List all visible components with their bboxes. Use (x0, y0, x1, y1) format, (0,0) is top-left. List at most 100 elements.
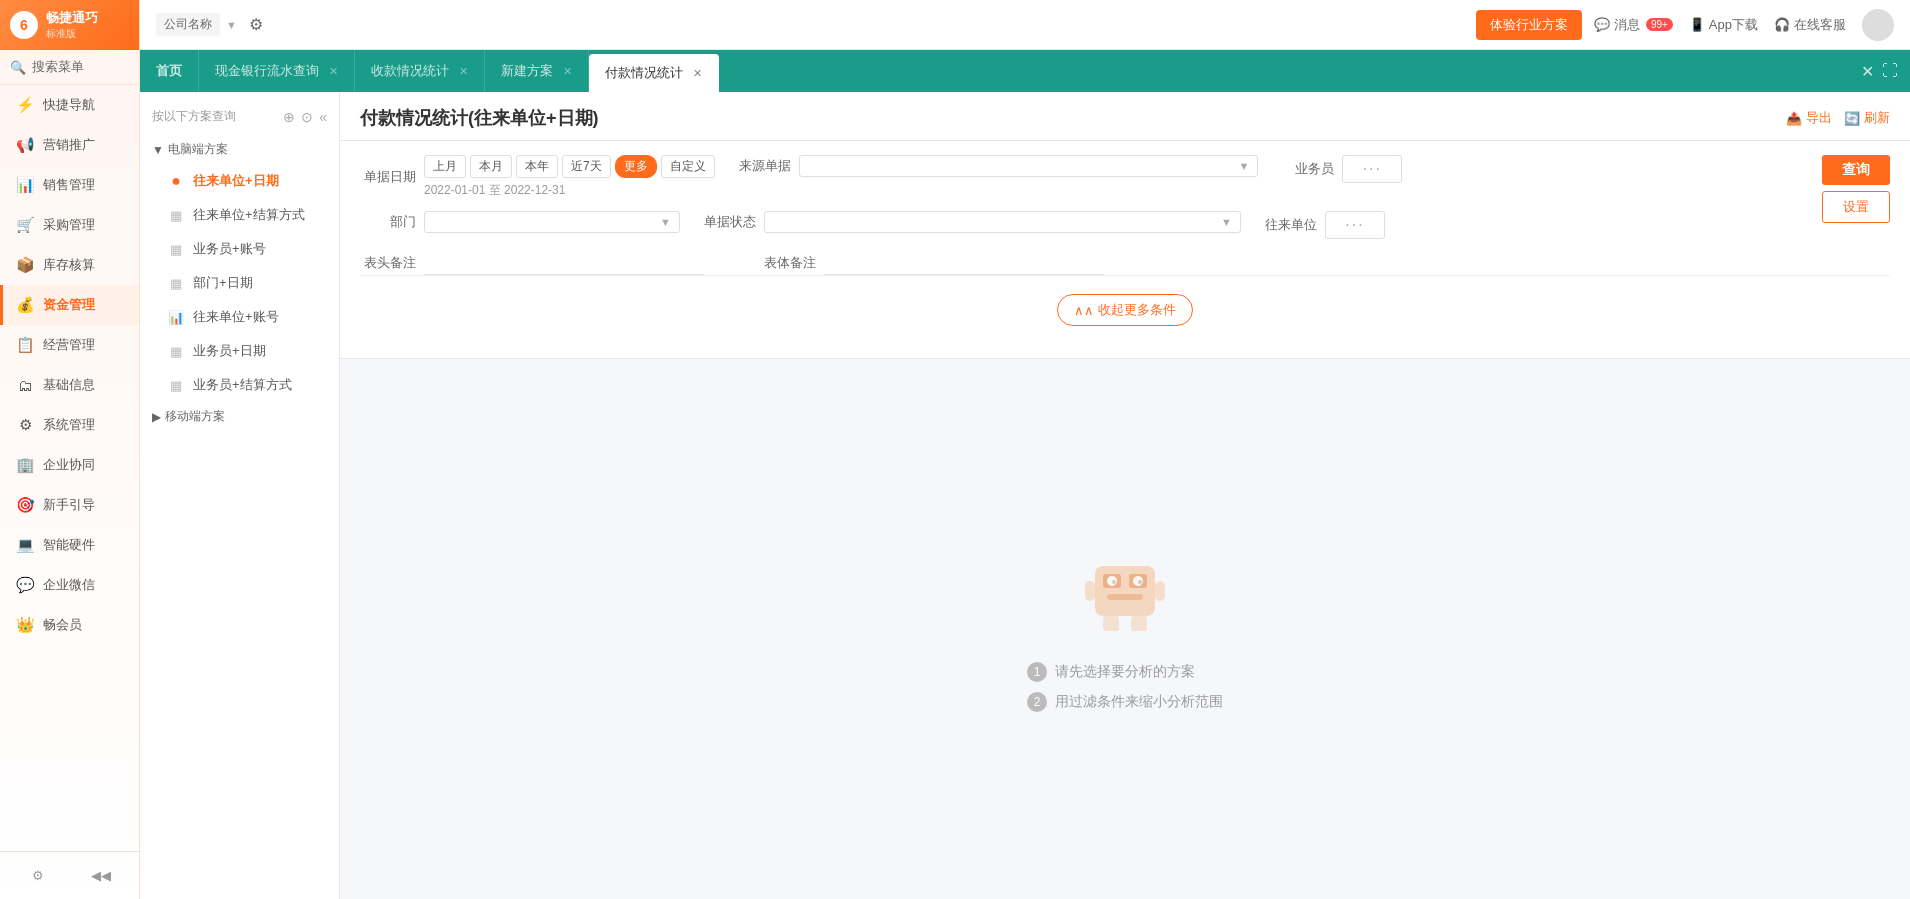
sidebar-item-sys-mgmt[interactable]: ⚙系统管理 (0, 405, 139, 445)
filter-settings-button[interactable]: 设置 (1822, 191, 1890, 223)
export-icon: 📤 (1786, 111, 1802, 126)
date-filter: 单据日期 上月本月本年近7天更多自定义 2022-01-01 至 2022-12… (360, 155, 715, 199)
sidebar-icon-sys-mgmt: ⚙ (15, 415, 35, 435)
tab-label-receipt-stat: 收款情况统计 (371, 62, 449, 80)
plan-icon-grid: ▦ (167, 206, 185, 224)
plan-label: 业务员+结算方式 (193, 376, 292, 394)
tab-bank-flow[interactable]: 现金银行流水查询✕ (199, 50, 355, 92)
plan-icon-grid: ▦ (167, 274, 185, 292)
plan-label: 业务员+日期 (193, 342, 266, 360)
plan-item-部门+日期[interactable]: ▦部门+日期 (140, 266, 339, 300)
sidebar-label-marketing: 营销推广 (43, 136, 95, 154)
query-button[interactable]: 查询 (1822, 155, 1890, 185)
sidebar-item-weixin[interactable]: 💬企业微信 (0, 565, 139, 605)
header-note-input[interactable] (424, 251, 704, 275)
close-tab-payment-stat[interactable]: ✕ (693, 67, 702, 80)
salesperson-select[interactable]: ··· (1342, 155, 1402, 183)
sidebar-item-inventory[interactable]: 📦库存核算 (0, 245, 139, 285)
collapse-left-panel-icon[interactable]: « (319, 109, 327, 125)
sidebar-item-member[interactable]: 👑畅会员 (0, 605, 139, 645)
close-tab-new-plan[interactable]: ✕ (563, 65, 572, 78)
refresh-button[interactable]: 🔄 刷新 (1844, 109, 1890, 127)
sidebar-item-new-guide[interactable]: 🎯新手引导 (0, 485, 139, 525)
body-note-filter: 表体备注 (760, 251, 1802, 275)
topbar-settings-icon[interactable]: ⚙ (249, 15, 263, 34)
online-service-button[interactable]: 🎧 在线客服 (1774, 16, 1846, 34)
trial-plan-button[interactable]: 体验行业方案 (1476, 10, 1582, 40)
expand-tab-icon[interactable]: ⛶ (1882, 62, 1898, 80)
date-btn-本年[interactable]: 本年 (516, 155, 558, 178)
app-download-button[interactable]: 📱 App下载 (1689, 16, 1758, 34)
sidebar-item-marketing[interactable]: 📢营销推广 (0, 125, 139, 165)
source-doc-select[interactable]: ▼ (799, 155, 1259, 177)
sidebar-item-smart-hw[interactable]: 💻智能硬件 (0, 525, 139, 565)
collapse-filter-button[interactable]: ∧∧ 收起更多条件 (1057, 294, 1193, 326)
plan-item-往来单位+结算方式[interactable]: ▦往来单位+结算方式 (140, 198, 339, 232)
messages-button[interactable]: 💬 消息 99+ (1594, 16, 1673, 34)
hint-num-1: 1 (1027, 662, 1047, 682)
doc-status-select[interactable]: ▼ (764, 211, 1241, 233)
sidebar-item-operations[interactable]: 📋经营管理 (0, 325, 139, 365)
empty-hint-2: 2 用过滤条件来缩小分析范围 (1027, 692, 1223, 712)
section-label-电脑端方案[interactable]: ▼电脑端方案 (140, 135, 339, 164)
collapse-sidebar-btn[interactable]: ◀◀ (74, 862, 130, 889)
tab-payment-stat[interactable]: 付款情况统计✕ (589, 54, 719, 92)
plan-item-往来单位+日期[interactable]: ●往来单位+日期 (140, 164, 339, 198)
messages-badge: 99+ (1646, 18, 1673, 31)
tabbar: 首页现金银行流水查询✕收款情况统计✕新建方案✕付款情况统计✕ ✕ ⛶ (140, 50, 1910, 92)
date-btn-自定义[interactable]: 自定义 (661, 155, 715, 178)
close-tab-receipt-stat[interactable]: ✕ (459, 65, 468, 78)
department-label: 部门 (360, 213, 416, 231)
sidebar-item-finance[interactable]: 💰资金管理 (0, 285, 139, 325)
add-plan-icon[interactable]: ⊕ (283, 109, 295, 125)
sidebar-item-basic-info[interactable]: 🗂基础信息 (0, 365, 139, 405)
refresh-icon: 🔄 (1844, 111, 1860, 126)
query-btn-group: 查询 设置 (1822, 155, 1890, 223)
dropdown-arrow-icon[interactable]: ▼ (226, 19, 237, 31)
page-header-actions: 📤 导出 🔄 刷新 (1786, 109, 1890, 127)
date-btn-本月[interactable]: 本月 (470, 155, 512, 178)
header-note-label: 表头备注 (360, 254, 416, 272)
sidebar-label-new-guide: 新手引导 (43, 496, 95, 514)
close-all-tabs-icon[interactable]: ✕ (1861, 62, 1874, 81)
partner-select[interactable]: ··· (1325, 211, 1385, 239)
tab-new-plan[interactable]: 新建方案✕ (485, 50, 589, 92)
plan-item-业务员+日期[interactable]: ▦业务员+日期 (140, 334, 339, 368)
plan-label: 往来单位+账号 (193, 308, 279, 326)
sidebar-item-enterprise[interactable]: 🏢企业协同 (0, 445, 139, 485)
date-btn-近7天[interactable]: 近7天 (562, 155, 611, 178)
section-label-移动端方案[interactable]: ▶移动端方案 (140, 402, 339, 431)
section-title: 移动端方案 (165, 408, 225, 425)
plan-settings-icon[interactable]: ⊙ (301, 109, 313, 125)
plan-item-业务员+结算方式[interactable]: ▦业务员+结算方式 (140, 368, 339, 402)
sidebar-item-sales[interactable]: 📊销售管理 (0, 165, 139, 205)
tab-home[interactable]: 首页 (140, 50, 199, 92)
export-button[interactable]: 📤 导出 (1786, 109, 1832, 127)
body-note-input[interactable] (824, 251, 1104, 275)
filter-row-3: 表头备注 表体备注 (360, 251, 1802, 275)
user-avatar[interactable] (1862, 9, 1894, 41)
salesperson-filter: 业务员 ··· (1278, 155, 1802, 183)
settings-footer-btn[interactable]: ⚙ (10, 862, 66, 889)
sidebar-item-purchase[interactable]: 🛒采购管理 (0, 205, 139, 245)
tab-receipt-stat[interactable]: 收款情况统计 ✕ (355, 50, 485, 92)
plan-item-业务员+账号[interactable]: ▦业务员+账号 (140, 232, 339, 266)
app-download-label: App下载 (1709, 16, 1758, 34)
salesperson-label: 业务员 (1278, 160, 1334, 178)
search-menu[interactable]: 🔍 搜索菜单 (0, 50, 139, 85)
close-tab-bank-flow[interactable]: ✕ (329, 65, 338, 78)
plan-icon-active: ● (167, 172, 185, 190)
date-btn-上月[interactable]: 上月 (424, 155, 466, 178)
sidebar-label-finance: 资金管理 (43, 296, 95, 314)
department-select[interactable]: ▼ (424, 211, 680, 233)
partner-label: 往来单位 (1261, 216, 1317, 234)
header-note-filter: 表头备注 (360, 251, 740, 275)
plan-icon-grid: ▦ (167, 240, 185, 258)
sidebar-item-quick-nav[interactable]: ⚡快捷导航 (0, 85, 139, 125)
sidebar-icon-member: 👑 (15, 615, 35, 635)
date-options: 上月本月本年近7天更多自定义 2022-01-01 至 2022-12-31 (424, 155, 715, 199)
date-btn-更多[interactable]: 更多 (615, 155, 657, 178)
plan-item-往来单位+账号[interactable]: 📊往来单位+账号 (140, 300, 339, 334)
hint-num-2: 2 (1027, 692, 1047, 712)
sidebar-icon-inventory: 📦 (15, 255, 35, 275)
